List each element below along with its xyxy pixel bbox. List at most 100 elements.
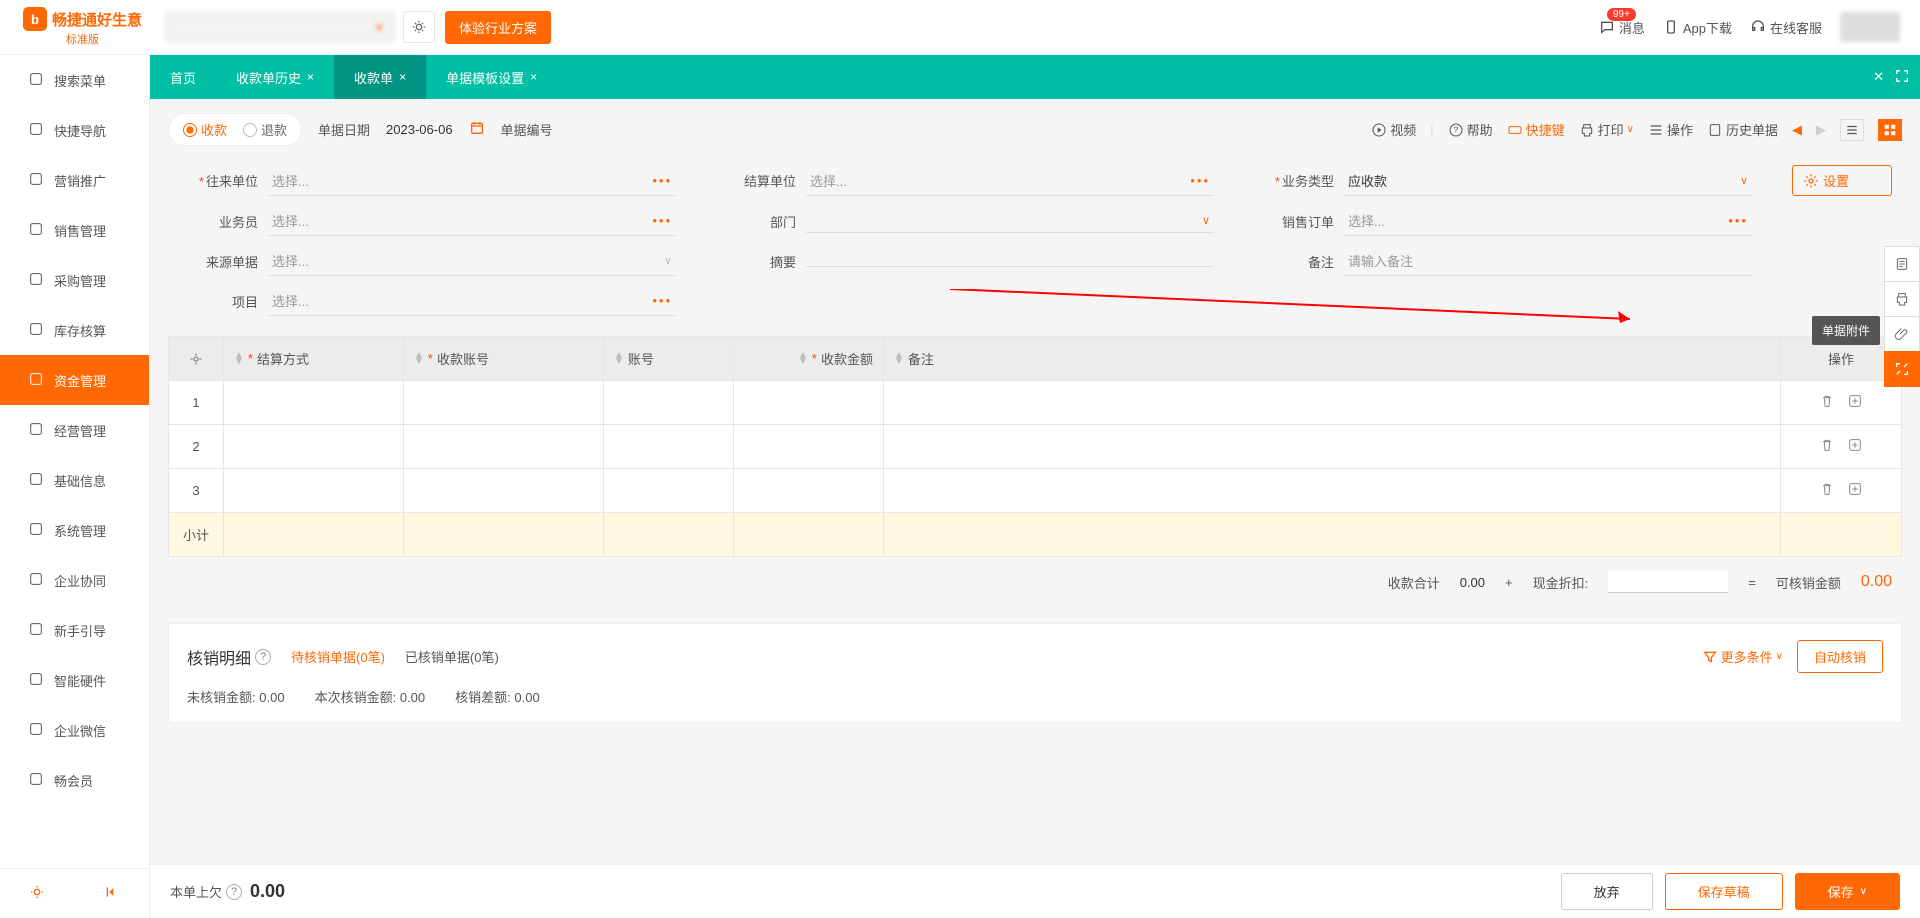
sidebar-item[interactable]: 新手引导: [0, 605, 149, 655]
sidebar-settings-icon[interactable]: [29, 884, 45, 903]
sidebar-item[interactable]: 快捷导航: [0, 105, 149, 155]
sidebar-item[interactable]: 采购管理: [0, 255, 149, 305]
calendar-icon[interactable]: [469, 120, 485, 139]
float-attachment-button[interactable]: [1884, 316, 1920, 352]
tab[interactable]: 收款单×: [334, 55, 426, 99]
verifiable-amount-value: 0.00: [1861, 573, 1892, 591]
sidebar-item[interactable]: 库存核算: [0, 305, 149, 355]
project-input[interactable]: 选择...•••: [268, 286, 676, 316]
chevron-down-icon: ∨: [1740, 174, 1748, 187]
sidebar-item[interactable]: 系统管理: [0, 505, 149, 555]
nav-next[interactable]: ▶: [1816, 122, 1826, 138]
row-index: 3: [169, 469, 224, 512]
online-service-button[interactable]: 在线客服: [1750, 18, 1822, 37]
table-row[interactable]: 1: [169, 380, 1901, 424]
float-print-button[interactable]: [1884, 281, 1920, 317]
tab[interactable]: 收款单历史×: [216, 55, 334, 99]
company-select[interactable]: ∨: [165, 11, 395, 43]
paperclip-icon: [1894, 326, 1910, 342]
delete-row-icon[interactable]: [1819, 481, 1835, 500]
toolbar-history[interactable]: 历史单据: [1707, 120, 1778, 139]
cash-discount-input[interactable]: [1608, 571, 1728, 593]
sidebar-item[interactable]: 企业协同: [0, 555, 149, 605]
th-receipt-amount[interactable]: ▲▼*收款金额: [734, 337, 884, 380]
sales-order-input[interactable]: 选择...•••: [1344, 206, 1752, 236]
table-row[interactable]: 3: [169, 468, 1901, 512]
dept-select[interactable]: ∨: [806, 209, 1214, 233]
trial-industry-button[interactable]: 体验行业方案: [445, 11, 551, 44]
sidebar-item[interactable]: 企业微信: [0, 705, 149, 755]
th-remark[interactable]: ▲▼备注: [884, 337, 1781, 380]
sidebar-item[interactable]: 智能硬件: [0, 655, 149, 705]
th-account-no[interactable]: ▲▼账号: [604, 337, 734, 380]
view-list-toggle[interactable]: [1840, 119, 1864, 141]
close-icon[interactable]: ×: [399, 70, 406, 84]
sidebar-item-icon: [28, 571, 44, 590]
nav-prev[interactable]: ◀: [1792, 122, 1802, 138]
sidebar-item-icon: [28, 171, 44, 190]
save-button[interactable]: 保存∨: [1795, 873, 1900, 910]
toolbar-operate[interactable]: 操作: [1648, 120, 1693, 139]
toolbar-video[interactable]: 视频: [1371, 120, 1416, 139]
gear-icon[interactable]: [188, 351, 204, 367]
delete-row-icon[interactable]: [1819, 437, 1835, 456]
user-avatar[interactable]: [1840, 12, 1900, 42]
th-receipt-account[interactable]: ▲▼*收款账号: [404, 337, 604, 380]
sidebar-item-icon: [28, 471, 44, 490]
sidebar-item[interactable]: 资金管理: [0, 355, 149, 405]
sidebar-item[interactable]: 经营管理: [0, 405, 149, 455]
settle-unit-input[interactable]: 选择...•••: [806, 166, 1214, 196]
messages-button[interactable]: 99+ 消息: [1599, 18, 1645, 37]
receipt-total-value: 0.00: [1460, 575, 1485, 590]
table-row[interactable]: 2: [169, 424, 1901, 468]
tab-fullscreen-button[interactable]: [1894, 68, 1910, 87]
sidebar-item[interactable]: 畅会员: [0, 755, 149, 805]
th-settle-method[interactable]: ▲▼*结算方式: [224, 337, 404, 380]
doc-date-value[interactable]: 2023-06-06: [386, 122, 453, 137]
settings-gear-button[interactable]: [403, 11, 435, 43]
doc-number-label: 单据编号: [501, 120, 553, 139]
help-icon[interactable]: ?: [226, 884, 242, 900]
app-download-button[interactable]: App下载: [1663, 18, 1732, 37]
verify-tab-pending[interactable]: 待核销单据(0笔): [291, 647, 385, 666]
tab-close-all-button[interactable]: ✕: [1873, 69, 1884, 85]
delete-row-icon[interactable]: [1819, 393, 1835, 412]
more-filter-button[interactable]: 更多条件∨: [1702, 647, 1783, 666]
sidebar-item[interactable]: 销售管理: [0, 205, 149, 255]
partner-input[interactable]: 选择...•••: [268, 166, 676, 196]
verify-tab-done[interactable]: 已核销单据(0笔): [405, 647, 499, 666]
add-row-icon[interactable]: [1847, 393, 1863, 412]
summary-input[interactable]: [806, 256, 1214, 267]
abandon-button[interactable]: 放弃: [1561, 873, 1653, 910]
sidebar-item-icon: [28, 421, 44, 440]
radio-refund[interactable]: 退款: [243, 120, 287, 139]
float-expand-button[interactable]: [1884, 351, 1920, 387]
tab[interactable]: 首页: [150, 55, 216, 99]
add-row-icon[interactable]: [1847, 437, 1863, 456]
sidebar-item-label: 搜索菜单: [54, 71, 106, 90]
sidebar-item[interactable]: 搜索菜单: [0, 55, 149, 105]
close-icon[interactable]: ×: [530, 70, 537, 84]
sidebar-item-label: 营销推广: [54, 171, 106, 190]
help-icon[interactable]: ?: [255, 649, 271, 665]
radio-receipt[interactable]: 收款: [183, 120, 227, 139]
toolbar-help[interactable]: ?帮助: [1448, 120, 1493, 139]
sidebar-collapse-icon[interactable]: [104, 884, 120, 903]
add-row-icon[interactable]: [1847, 481, 1863, 500]
sidebar-item-label: 智能硬件: [54, 671, 106, 690]
[interactable]: 选择...∨: [268, 246, 676, 276]
toolbar-print[interactable]: 打印 ∨: [1579, 120, 1634, 139]
close-icon[interactable]: ×: [307, 70, 314, 84]
biz-type-select[interactable]: 应收款∨: [1344, 166, 1752, 196]
auto-verify-button[interactable]: 自动核销: [1797, 640, 1883, 673]
float-note-button[interactable]: [1884, 246, 1920, 282]
salesman-input[interactable]: 选择...•••: [268, 206, 676, 236]
toolbar-shortcut[interactable]: 快捷键: [1507, 120, 1565, 139]
settings-button[interactable]: 设置: [1792, 165, 1892, 196]
view-card-toggle[interactable]: [1878, 119, 1902, 141]
remark-input[interactable]: 请输入备注: [1344, 246, 1752, 276]
save-draft-button[interactable]: 保存草稿: [1665, 873, 1783, 910]
sidebar-item[interactable]: 营销推广: [0, 155, 149, 205]
tab[interactable]: 单据模板设置×: [426, 55, 557, 99]
sidebar-item[interactable]: 基础信息: [0, 455, 149, 505]
